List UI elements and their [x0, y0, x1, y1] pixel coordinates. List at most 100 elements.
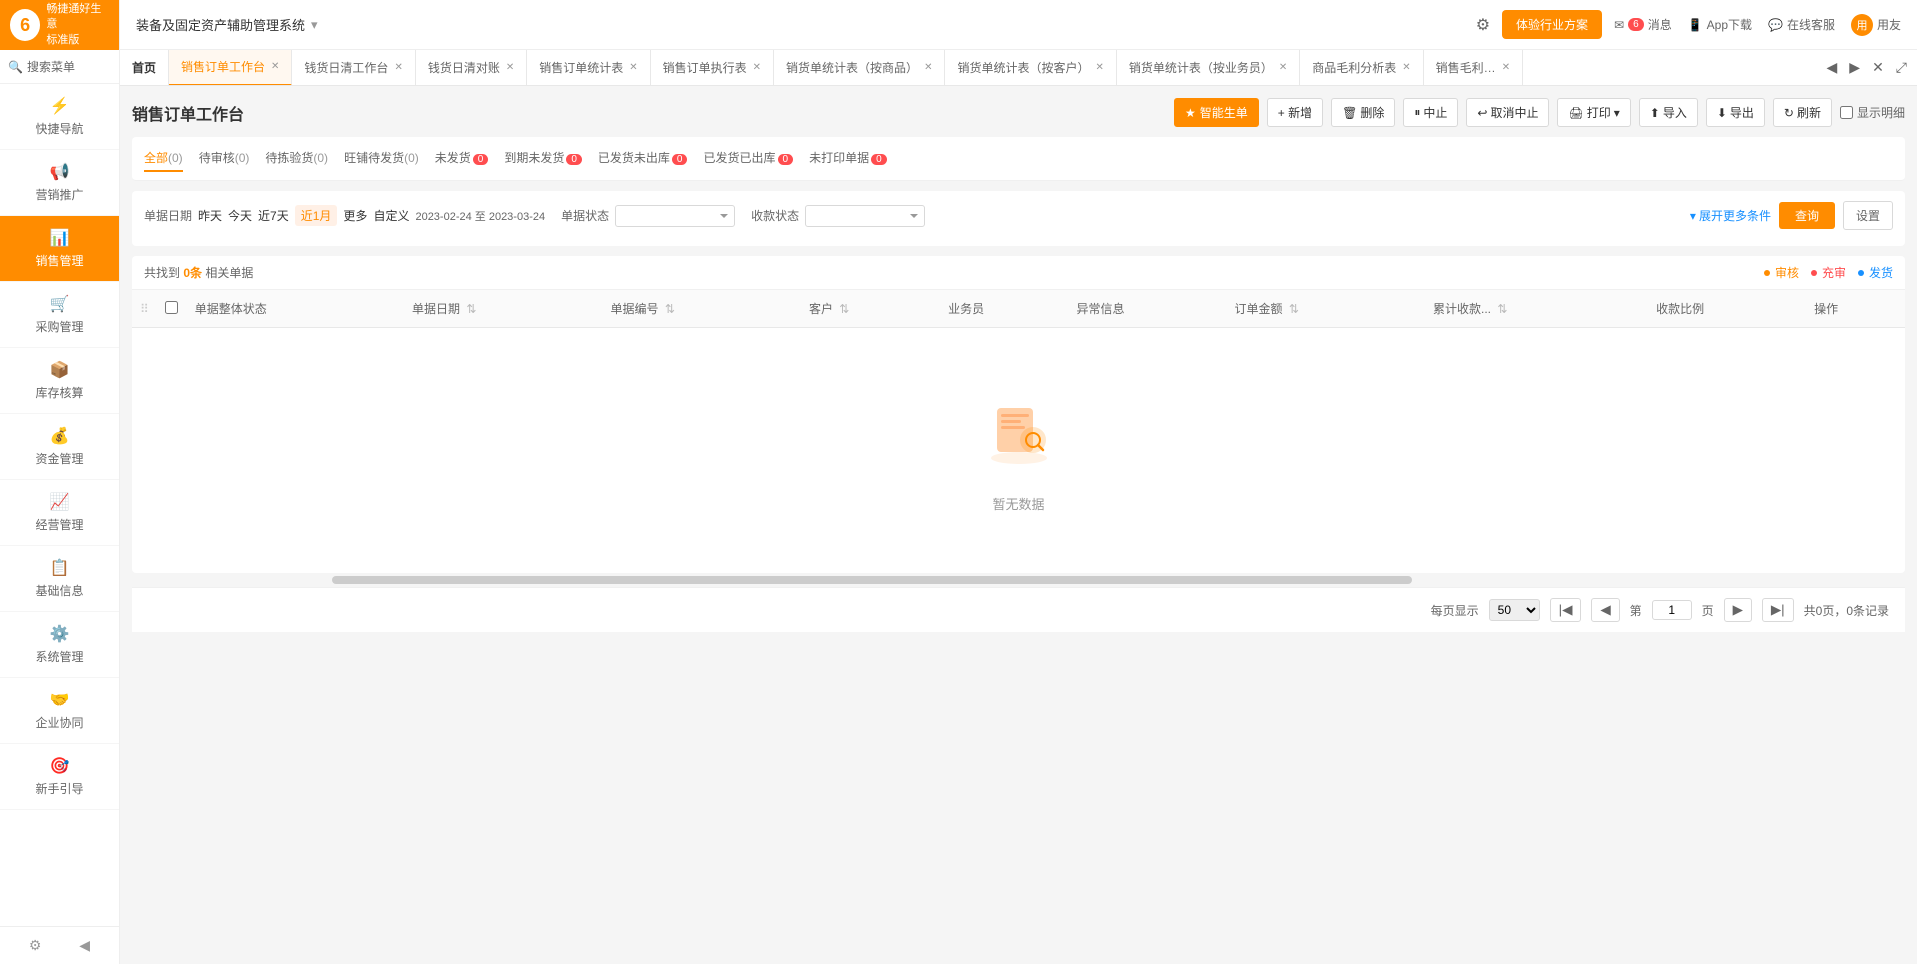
filter-tab-shop-pending[interactable]: 旺铺待发货(0) — [344, 145, 419, 172]
tab-scroll-left-btn[interactable]: ◀ — [1823, 57, 1842, 78]
user-menu-btn[interactable]: 用 用友 — [1851, 14, 1901, 36]
prev-page-btn[interactable]: ◀ — [1591, 598, 1619, 622]
sidebar-item-finance[interactable]: 💰 资金管理 — [0, 414, 119, 480]
date-shortcut-1month[interactable]: 近1月 — [295, 205, 338, 226]
tab-scroll-right-btn[interactable]: ▶ — [1845, 57, 1864, 78]
per-page-select[interactable]: 50 100 200 — [1489, 599, 1540, 621]
date-shortcut-more[interactable]: 更多 — [343, 207, 367, 224]
horizontal-scrollbar[interactable] — [132, 573, 1905, 587]
sales-icon: 📊 — [50, 228, 70, 248]
tab-label: 销货单统计表（按业务员） — [1129, 59, 1273, 76]
close-icon[interactable]: ✕ — [1095, 62, 1103, 73]
filter-tab-not-printed[interactable]: 未打印单据0 — [809, 145, 887, 172]
show-detail-input[interactable] — [1840, 106, 1853, 119]
tab-sales-stats[interactable]: 销售订单统计表 ✕ — [527, 50, 650, 86]
sort-icon[interactable]: ⇅ — [839, 302, 849, 316]
expand-more-btn[interactable]: ▾ 展开更多条件 — [1690, 207, 1771, 224]
table-area: 共找到 0条 相关单据 审核 充审 发货 — [132, 256, 1905, 573]
query-btn[interactable]: 查询 — [1779, 202, 1835, 229]
filter-tab-shipped-out[interactable]: 已发货已出库0 — [703, 145, 793, 172]
pause-btn[interactable]: ⏸ 中止 — [1403, 98, 1458, 127]
close-icon[interactable]: ✕ — [271, 61, 279, 72]
sidebar-item-sales[interactable]: 📊 销售管理 — [0, 216, 119, 282]
collapse-btn[interactable]: ◀ — [79, 937, 90, 954]
main-area: 装备及固定资产辅助管理系统 ▾ ⚙ 体验行业方案 ✉ 6 消息 📱 App下载 … — [120, 0, 1917, 964]
sort-icon[interactable]: ⇅ — [665, 302, 675, 316]
filter-tab-shipped-not-out[interactable]: 已发货未出库0 — [598, 145, 688, 172]
close-icon[interactable]: ✕ — [1279, 62, 1287, 73]
sidebar-item-marketing[interactable]: 📢 营销推广 — [0, 150, 119, 216]
smart-create-btn[interactable]: ★ 智能生单 — [1174, 98, 1259, 127]
tab-gross-margin[interactable]: 商品毛利分析表 ✕ — [1300, 50, 1423, 86]
filter-tab-pending-review[interactable]: 待审核(0) — [199, 145, 250, 172]
close-icon[interactable]: ✕ — [506, 62, 514, 73]
tab-close-all-btn[interactable]: ✕ — [1868, 57, 1888, 78]
tab-cash-reconcile[interactable]: 钱货日清对账 ✕ — [416, 50, 527, 86]
cancel-pause-btn[interactable]: ↩ 取消中止 — [1466, 98, 1549, 127]
filter-tab-pending-check[interactable]: 待拣验货(0) — [265, 145, 328, 172]
close-icon[interactable]: ✕ — [394, 62, 402, 73]
sidebar-item-inventory[interactable]: 📦 库存核算 — [0, 348, 119, 414]
tab-sales-exec[interactable]: 销售订单执行表 ✕ — [651, 50, 774, 86]
delete-btn[interactable]: 🗑 删除 — [1331, 98, 1395, 127]
sort-icon[interactable]: ⇅ — [1497, 302, 1507, 316]
batch-unaudit-btn[interactable]: 充审 — [1811, 264, 1846, 281]
last-page-btn[interactable]: ▶| — [1762, 598, 1794, 622]
new-btn[interactable]: + 新增 — [1267, 98, 1323, 127]
select-all-checkbox[interactable] — [165, 301, 178, 314]
close-icon[interactable]: ✕ — [1502, 62, 1510, 73]
import-btn[interactable]: ⬆ 导入 — [1639, 98, 1698, 127]
page-number-input[interactable]: 1 — [1652, 600, 1692, 620]
cancel-icon: ↩ — [1477, 106, 1487, 120]
batch-ship-btn[interactable]: 发货 — [1858, 264, 1893, 281]
message-btn[interactable]: ✉ 6 消息 — [1614, 16, 1672, 33]
sidebar-item-quicknav[interactable]: ⚡ 快捷导航 — [0, 84, 119, 150]
sidebar-item-collab[interactable]: 🤝 企业协同 — [0, 678, 119, 744]
export-btn[interactable]: ⬇ 导出 — [1706, 98, 1765, 127]
sort-icon[interactable]: ⇅ — [1289, 302, 1299, 316]
show-detail-checkbox[interactable]: 显示明细 — [1840, 104, 1905, 121]
sidebar-item-search[interactable]: 🔍 搜索菜单 — [0, 50, 119, 84]
filter-tab-overdue-not-shipped[interactable]: 到期未发货0 — [504, 145, 582, 172]
sidebar-item-purchase[interactable]: 🛒 采购管理 — [0, 282, 119, 348]
payment-select[interactable] — [805, 205, 925, 227]
tab-home[interactable]: 首页 — [120, 50, 169, 86]
sidebar-item-guide[interactable]: 🎯 新手引导 — [0, 744, 119, 810]
tab-sales-by-customer[interactable]: 销货单统计表（按客户） ✕ — [945, 50, 1116, 86]
scrollbar-thumb[interactable] — [332, 576, 1412, 584]
settings-bottom-btn[interactable]: ⚙ — [29, 937, 42, 954]
sidebar-item-operations[interactable]: 📈 经营管理 — [0, 480, 119, 546]
solution-btn[interactable]: 体验行业方案 — [1502, 10, 1602, 39]
tab-sales-order-workbench[interactable]: 销售订单工作台 ✕ — [169, 50, 292, 86]
online-service-btn[interactable]: 💬 在线客服 — [1768, 16, 1835, 33]
next-page-btn[interactable]: ▶ — [1724, 598, 1752, 622]
tab-sales-margin[interactable]: 销售毛利… ✕ — [1424, 50, 1523, 86]
close-icon[interactable]: ✕ — [629, 62, 637, 73]
close-icon[interactable]: ✕ — [1402, 62, 1410, 73]
filter-tab-not-shipped[interactable]: 未发货0 — [435, 145, 489, 172]
first-page-btn[interactable]: |◀ — [1550, 598, 1582, 622]
date-shortcut-today[interactable]: 今天 — [228, 207, 252, 224]
sort-icon[interactable]: ⇅ — [466, 302, 476, 316]
close-icon[interactable]: ✕ — [753, 62, 761, 73]
tab-cash-daily[interactable]: 钱货日清工作台 ✕ — [292, 50, 415, 86]
status-select[interactable] — [615, 205, 735, 227]
batch-review-btn[interactable]: 审核 — [1764, 264, 1799, 281]
sidebar-item-system[interactable]: ⚙️ 系统管理 — [0, 612, 119, 678]
close-icon[interactable]: ✕ — [924, 62, 932, 73]
date-shortcut-yesterday[interactable]: 昨天 — [198, 207, 222, 224]
print-btn[interactable]: 🖨 打印 ▾ — [1557, 98, 1630, 127]
tab-maximize-btn[interactable]: ⤢ — [1892, 57, 1911, 78]
filter-setting-btn[interactable]: 设置 — [1843, 201, 1893, 230]
sidebar-item-label: 资金管理 — [35, 450, 83, 467]
topbar-settings-btn[interactable]: ⚙ — [1476, 15, 1490, 35]
sidebar-item-baseinfo[interactable]: 📋 基础信息 — [0, 546, 119, 612]
refresh-btn[interactable]: ↻ 刷新 — [1773, 98, 1832, 127]
app-download-btn[interactable]: 📱 App下载 — [1688, 16, 1752, 33]
date-shortcut-custom[interactable]: 自定义 — [373, 207, 409, 224]
tab-sales-by-staff[interactable]: 销货单统计表（按业务员） ✕ — [1117, 50, 1300, 86]
filter-tab-all[interactable]: 全部(0) — [144, 145, 183, 172]
date-shortcut-7days[interactable]: 近7天 — [258, 207, 289, 224]
system-title-text: 装备及固定资产辅助管理系统 — [136, 15, 305, 34]
tab-sales-by-product[interactable]: 销货单统计表（按商品） ✕ — [774, 50, 945, 86]
